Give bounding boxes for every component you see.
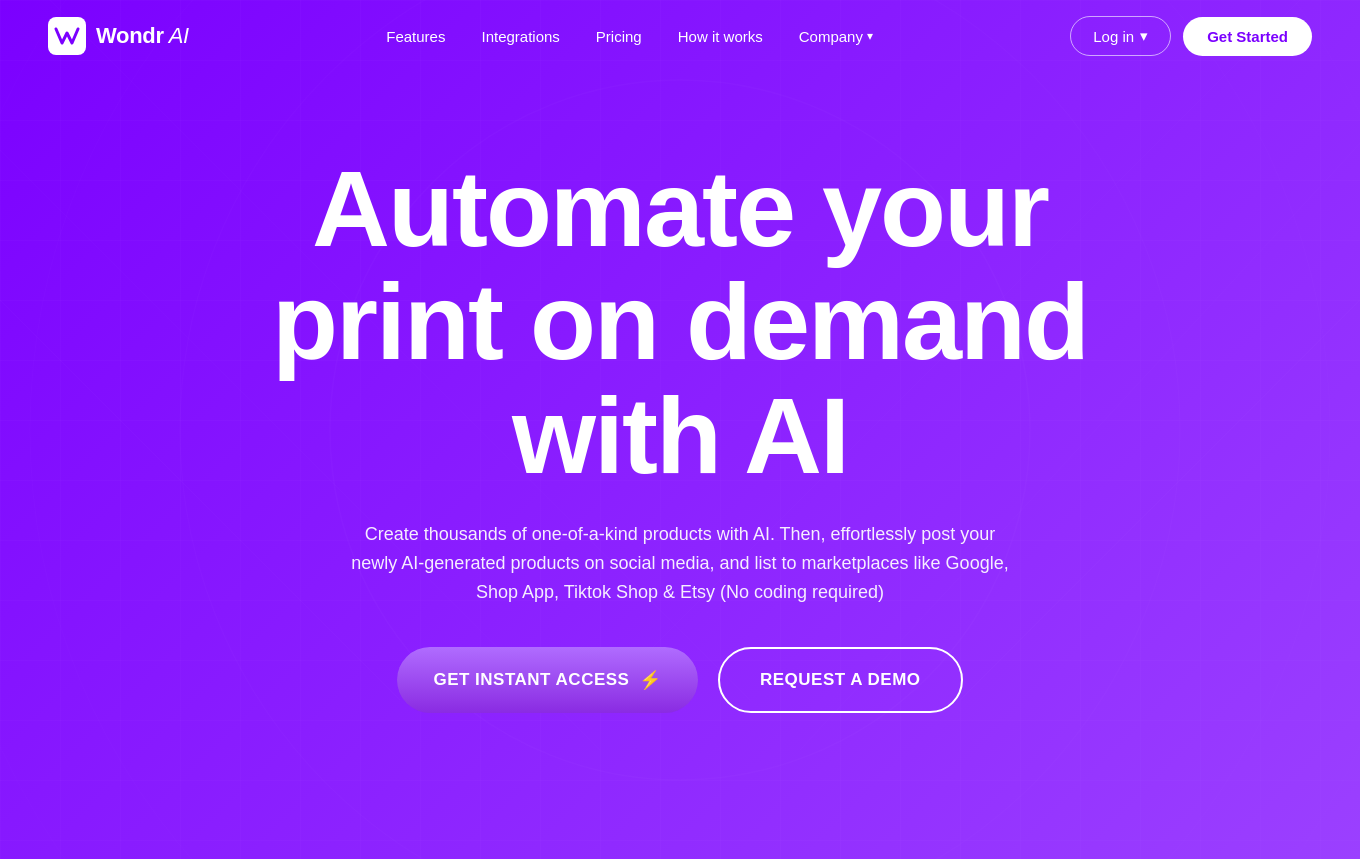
logo-text: Wondr AI bbox=[96, 23, 189, 49]
instant-access-label: GET INSTANT ACCESS bbox=[433, 670, 629, 690]
instant-access-button[interactable]: GET INSTANT ACCESS ⚡ bbox=[397, 647, 698, 713]
logo[interactable]: Wondr AI bbox=[48, 17, 189, 55]
nav-links: Features Integrations Pricing How it wor… bbox=[386, 28, 873, 45]
navbar: Wondr AI Features Integrations Pricing H… bbox=[0, 0, 1360, 72]
chevron-down-icon: ▾ bbox=[867, 29, 873, 43]
nav-company[interactable]: Company ▾ bbox=[799, 28, 873, 45]
nav-integrations[interactable]: Integrations bbox=[481, 28, 559, 45]
request-demo-button[interactable]: REQUEST A DEMO bbox=[718, 647, 963, 713]
hero-title: Automate your print on demand with AI bbox=[272, 152, 1088, 492]
hero-section: Automate your print on demand with AI Cr… bbox=[0, 72, 1360, 713]
hero-cta-row: GET INSTANT ACCESS ⚡ REQUEST A DEMO bbox=[397, 647, 962, 713]
login-button[interactable]: Log in ▾ bbox=[1070, 16, 1171, 56]
nav-pricing[interactable]: Pricing bbox=[596, 28, 642, 45]
get-started-button[interactable]: Get Started bbox=[1183, 17, 1312, 56]
nav-how-it-works[interactable]: How it works bbox=[678, 28, 763, 45]
hero-subtitle: Create thousands of one-of-a-kind produc… bbox=[340, 520, 1020, 606]
nav-features[interactable]: Features bbox=[386, 28, 445, 45]
chevron-down-icon: ▾ bbox=[1140, 27, 1148, 45]
nav-actions: Log in ▾ Get Started bbox=[1070, 16, 1312, 56]
lightning-icon: ⚡ bbox=[639, 669, 662, 691]
logo-icon bbox=[48, 17, 86, 55]
page-wrapper: Wondr AI Features Integrations Pricing H… bbox=[0, 0, 1360, 859]
